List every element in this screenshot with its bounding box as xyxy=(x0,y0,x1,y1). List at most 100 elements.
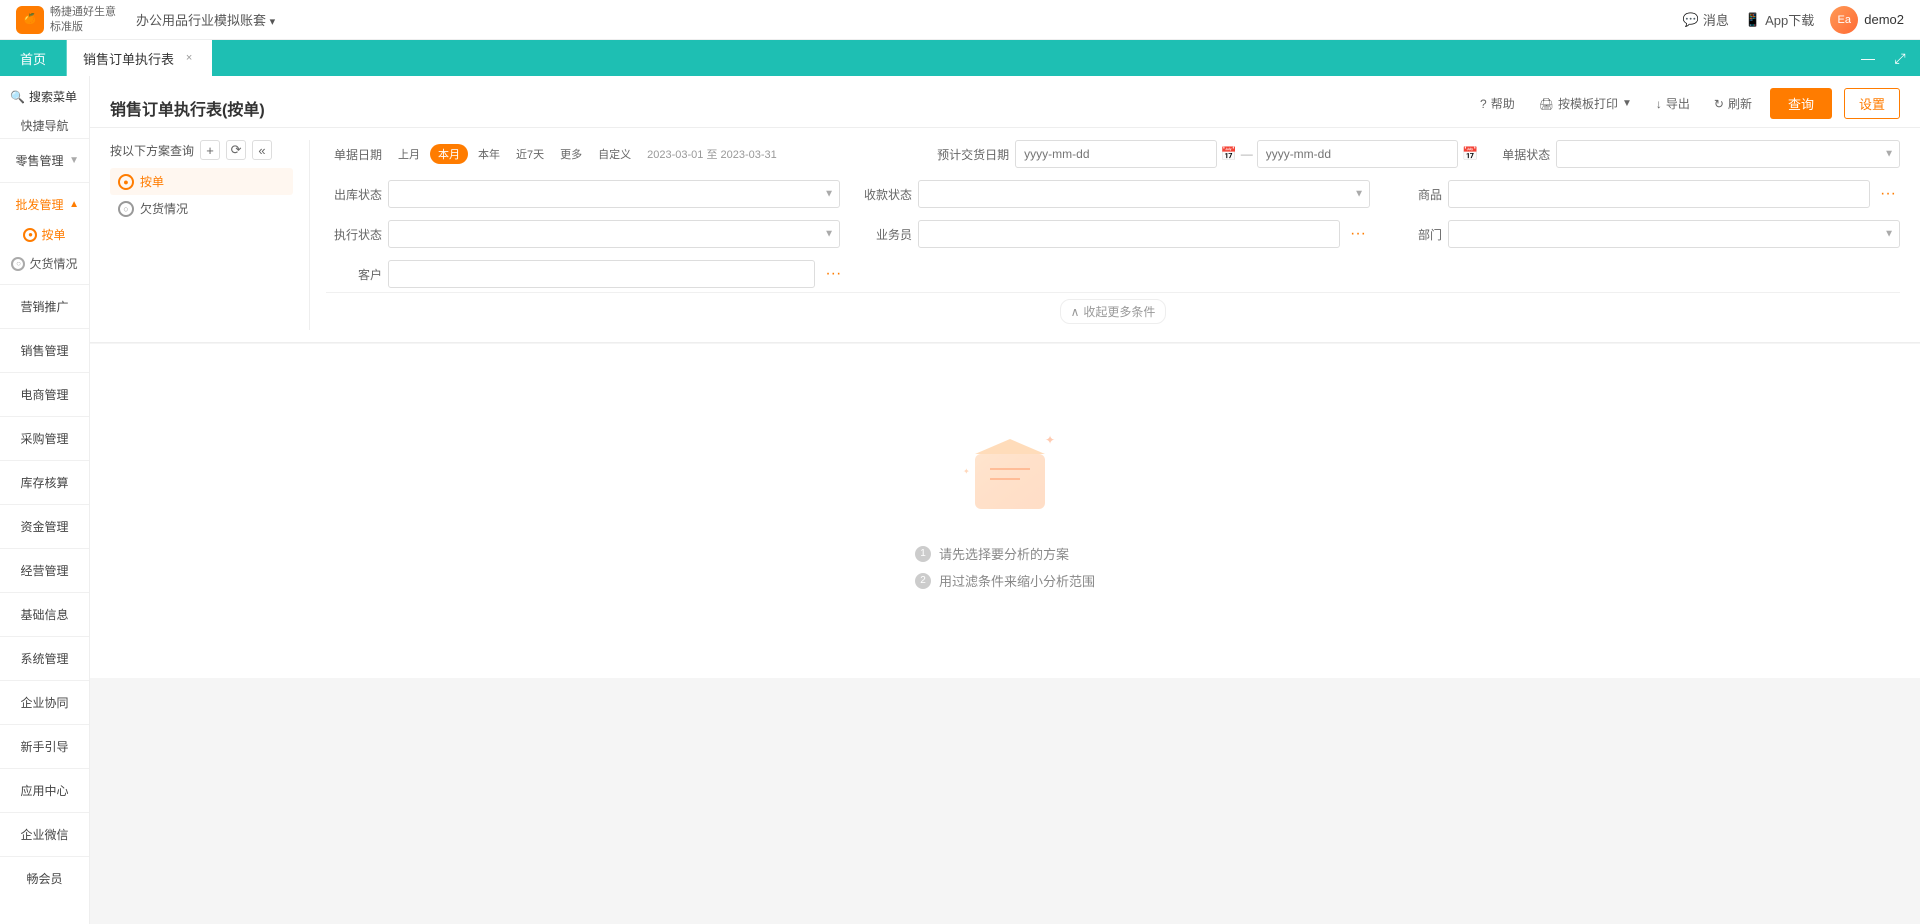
customer-input[interactable] xyxy=(388,260,815,288)
plan-collapse-button[interactable]: « xyxy=(252,140,272,160)
sidebar-search[interactable]: 🔍 搜索菜单 xyxy=(0,80,89,113)
filter-date-field: 单据日期 上月 本月 本年 近7天 更多 自定义 2023-03-01 至 20… xyxy=(326,144,921,164)
tab-active[interactable]: 销售订单执行表 × xyxy=(67,40,212,76)
empty-step-2: 2 用过滤条件来缩小分析范围 xyxy=(915,571,1095,590)
plan-item-order[interactable]: ● 按单 xyxy=(110,168,293,195)
sidebar-section-apps: 应用中心 xyxy=(0,768,89,812)
execution-label: 执行状态 xyxy=(326,226,382,243)
chevron-up-icon: ▲ xyxy=(69,199,79,210)
sidebar-section-marketing: 营销推广 xyxy=(0,284,89,328)
sidebar-item-wholesale[interactable]: 批发管理 ▲ xyxy=(0,189,89,220)
filter-row-1: 单据日期 上月 本月 本年 近7天 更多 自定义 2023-03-01 至 20… xyxy=(326,140,1900,168)
sidebar-item-sales[interactable]: 销售管理 xyxy=(0,335,89,366)
page-header: 销售订单执行表(按单) ? 帮助 🖨 按模板打印 ▼ ↓ 导出 xyxy=(90,76,1920,128)
sidebar-item-wechat[interactable]: 企业微信 xyxy=(0,819,89,850)
sidebar-item-marketing[interactable]: 营销推广 xyxy=(0,291,89,322)
setting-button[interactable]: 设置 xyxy=(1844,88,1900,119)
app-title[interactable]: 办公用品行业模拟账套 ▾ xyxy=(136,10,275,29)
sidebar-item-inventory[interactable]: 库存核算 xyxy=(0,467,89,498)
customer-more-icon[interactable]: ··· xyxy=(821,265,845,283)
expected-date-to-input[interactable] xyxy=(1257,140,1458,168)
date-btn-last-month[interactable]: 上月 xyxy=(392,144,426,164)
date-btn-this-year[interactable]: 本年 xyxy=(472,144,506,164)
export-button[interactable]: ↓ 导出 xyxy=(1650,91,1696,116)
execution-status-select[interactable] xyxy=(388,220,840,248)
calendar-to-icon[interactable]: 📅 xyxy=(1462,146,1478,162)
sidebar-section-guide: 新手引导 xyxy=(0,724,89,768)
user-avatar-area[interactable]: Ea demo2 xyxy=(1830,6,1904,34)
product-input[interactable] xyxy=(1448,180,1870,208)
sidebar-item-apps[interactable]: 应用中心 xyxy=(0,775,89,806)
date-btn-7days[interactable]: 近7天 xyxy=(510,144,550,164)
top-header: 🍊 畅捷通好生意 标准版 办公用品行业模拟账套 ▾ 💬 消息 📱 App下载 E… xyxy=(0,0,1920,40)
sidebar-section-ecommerce: 电商管理 xyxy=(0,372,89,416)
collapse-button[interactable]: ∧ 收起更多条件 xyxy=(1060,299,1167,324)
sidebar-item-ecommerce[interactable]: 电商管理 xyxy=(0,379,89,410)
date-btn-custom[interactable]: 自定义 xyxy=(592,144,637,164)
date-btn-this-month[interactable]: 本月 xyxy=(430,144,468,164)
sidebar-submenu-order[interactable]: ● 按单 xyxy=(0,220,89,249)
collapse-row: ∧ 收起更多条件 xyxy=(326,292,1900,330)
sidebar-item-system[interactable]: 系统管理 xyxy=(0,643,89,674)
dept-select-wrap: ▼ xyxy=(1448,220,1900,248)
query-button[interactable]: 查询 xyxy=(1770,88,1832,119)
date-btn-more[interactable]: 更多 xyxy=(554,144,588,164)
tab-close-icon[interactable]: × xyxy=(182,51,196,65)
sidebar-item-purchase[interactable]: 采购管理 xyxy=(0,423,89,454)
calendar-from-icon[interactable]: 📅 xyxy=(1221,146,1237,162)
plan-add-button[interactable]: + xyxy=(200,140,220,160)
app-download-button[interactable]: 📱 App下载 xyxy=(1745,10,1814,29)
sidebar-item-retail[interactable]: 零售管理 ▼ xyxy=(0,145,89,176)
sidebar-quick-nav[interactable]: 快捷导航 xyxy=(0,113,89,138)
message-icon: 💬 xyxy=(1683,12,1699,28)
payment-status-select[interactable] xyxy=(918,180,1370,208)
date-quick-options: 上月 本月 本年 近7天 更多 自定义 xyxy=(392,144,637,164)
payment-select-wrap: ▼ xyxy=(918,180,1370,208)
tab-minimize-icon[interactable]: — xyxy=(1856,46,1880,70)
filter-execution-field: 执行状态 ▼ xyxy=(326,220,840,248)
doc-status-label: 单据状态 xyxy=(1494,146,1550,163)
logo-text: 畅捷通好生意 标准版 xyxy=(50,5,116,34)
plan-inactive-icon: ○ xyxy=(118,201,134,217)
dept-select[interactable] xyxy=(1448,220,1900,248)
page-header-actions: ? 帮助 🖨 按模板打印 ▼ ↓ 导出 ↻ 刷新 xyxy=(1474,88,1900,127)
sidebar-item-basic[interactable]: 基础信息 xyxy=(0,599,89,630)
plan-header: 按以下方案查询 + ⟳ « xyxy=(110,140,293,160)
logo-icon: 🍊 xyxy=(16,6,44,34)
message-button[interactable]: 💬 消息 xyxy=(1683,10,1729,29)
plan-refresh-button[interactable]: ⟳ xyxy=(226,140,246,160)
filter-dept-field: 部门 ▼ xyxy=(1386,220,1900,248)
page-title: 销售订单执行表(按单) xyxy=(110,96,265,120)
filter-shipment-field: 出库状态 ▼ xyxy=(326,180,840,208)
sidebar-item-guide[interactable]: 新手引导 xyxy=(0,731,89,762)
filter-row-3: 执行状态 ▼ 业务员 xyxy=(326,220,1900,248)
doc-status-select-wrap: ▼ xyxy=(1556,140,1900,168)
print-icon: 🖨 xyxy=(1539,97,1554,111)
print-button[interactable]: 🖨 按模板打印 ▼ xyxy=(1533,91,1638,116)
tab-home[interactable]: 首页 xyxy=(0,40,67,76)
filter-panel: 按以下方案查询 + ⟳ « ● xyxy=(90,128,1920,343)
plan-active-icon: ● xyxy=(118,174,134,190)
sidebar-section-wholesale: 批发管理 ▲ ● 按单 ○ 欠货情况 xyxy=(0,182,89,284)
salesperson-more-icon[interactable]: ··· xyxy=(1346,225,1370,243)
shipment-status-select[interactable] xyxy=(388,180,840,208)
doc-status-select[interactable] xyxy=(1556,140,1900,168)
sidebar-submenu-backorder[interactable]: ○ 欠货情况 xyxy=(0,249,89,278)
refresh-icon: ↻ xyxy=(1714,97,1724,111)
refresh-button[interactable]: ↻ 刷新 xyxy=(1708,91,1758,116)
expected-date-wrap: 📅 — 📅 xyxy=(1015,140,1478,168)
expected-date-from-input[interactable] xyxy=(1015,140,1216,168)
sidebar-item-member[interactable]: 畅会员 xyxy=(0,863,89,894)
tab-expand-icon[interactable]: ⤢ xyxy=(1888,46,1912,70)
product-more-icon[interactable]: ··· xyxy=(1876,185,1900,203)
sidebar-item-collab[interactable]: 企业协同 xyxy=(0,687,89,718)
sidebar-item-operations[interactable]: 经营管理 xyxy=(0,555,89,586)
help-button[interactable]: ? 帮助 xyxy=(1474,91,1521,116)
plan-item-backorder[interactable]: ○ 欠货情况 xyxy=(110,195,293,222)
sidebar-section-basic: 基础信息 xyxy=(0,592,89,636)
shipment-select-wrap: ▼ xyxy=(388,180,840,208)
salesperson-input[interactable] xyxy=(918,220,1340,248)
tab-bar: 首页 销售订单执行表 × — ⤢ xyxy=(0,40,1920,76)
sidebar-item-finance[interactable]: 资金管理 xyxy=(0,511,89,542)
sidebar-section-member: 畅会员 xyxy=(0,856,89,900)
